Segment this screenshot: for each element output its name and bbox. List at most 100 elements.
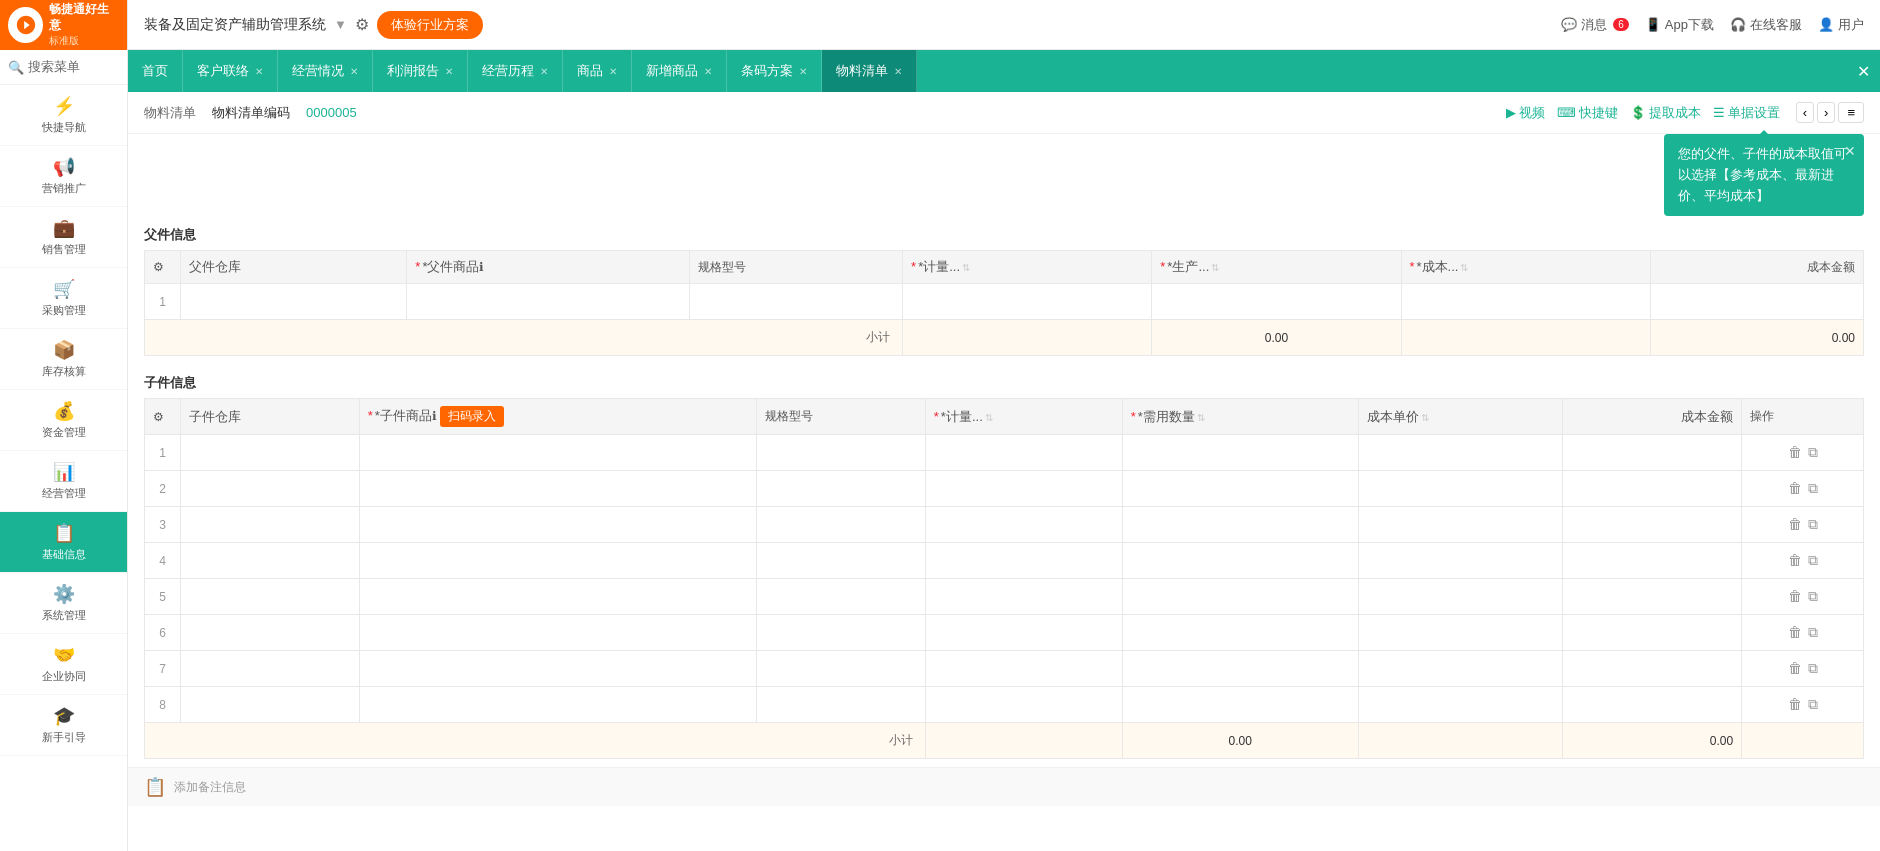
child-warehouse-4[interactable]	[181, 543, 360, 579]
child-unit-cost-5[interactable]	[1358, 579, 1563, 615]
child-spec-8[interactable]	[757, 687, 925, 723]
cost-action[interactable]: 💲 提取成本	[1630, 104, 1701, 122]
copy-icon-6[interactable]: ⧉	[1808, 624, 1818, 641]
copy-icon-5[interactable]: ⧉	[1808, 588, 1818, 605]
sidebar-item-finance[interactable]: 💰 资金管理	[0, 390, 127, 451]
child-unit-cost-6[interactable]	[1358, 615, 1563, 651]
child-spec-6[interactable]	[757, 615, 925, 651]
child-spec-4[interactable]	[757, 543, 925, 579]
delete-icon-8[interactable]: 🗑	[1788, 696, 1802, 713]
child-qty-8[interactable]	[1122, 687, 1358, 723]
menu-btn[interactable]: ≡	[1838, 102, 1864, 123]
tab-bom[interactable]: 物料清单 ✕	[822, 50, 917, 92]
view-action[interactable]: ▶ 视频	[1506, 104, 1545, 122]
child-unit-cost-1[interactable]	[1358, 435, 1563, 471]
tab-operations[interactable]: 经营情况 ✕	[278, 50, 373, 92]
parent-cost-1[interactable]	[1401, 284, 1650, 320]
scan-button[interactable]: 扫码录入	[440, 406, 504, 427]
child-product-1[interactable]	[359, 435, 757, 471]
child-warehouse-8[interactable]	[181, 687, 360, 723]
child-unit-8[interactable]	[925, 687, 1122, 723]
child-warehouse-3[interactable]	[181, 507, 360, 543]
child-unit-cost-7[interactable]	[1358, 651, 1563, 687]
sidebar-item-collab[interactable]: 🤝 企业协同	[0, 634, 127, 695]
child-product-4[interactable]	[359, 543, 757, 579]
tab-history[interactable]: 经营历程 ✕	[468, 50, 563, 92]
child-qty-5[interactable]	[1122, 579, 1358, 615]
child-unit-cost-8[interactable]	[1358, 687, 1563, 723]
parent-warehouse-1[interactable]	[181, 284, 407, 320]
tab-bom-close[interactable]: ✕	[894, 66, 902, 77]
child-unit-6[interactable]	[925, 615, 1122, 651]
parent-product-1[interactable]	[407, 284, 690, 320]
tab-barcode[interactable]: 条码方案 ✕	[727, 50, 822, 92]
child-spec-5[interactable]	[757, 579, 925, 615]
parent-spec-1[interactable]	[689, 284, 902, 320]
child-product-7[interactable]	[359, 651, 757, 687]
tab-product[interactable]: 商品 ✕	[563, 50, 632, 92]
delete-icon-5[interactable]: 🗑	[1788, 588, 1802, 605]
child-warehouse-5[interactable]	[181, 579, 360, 615]
breadcrumb-item[interactable]: 物料清单	[144, 104, 196, 122]
child-unit-cost-4[interactable]	[1358, 543, 1563, 579]
sidebar-item-guide[interactable]: 🎓 新手引导	[0, 695, 127, 756]
tab-history-close[interactable]: ✕	[540, 66, 548, 77]
delete-icon-3[interactable]: 🗑	[1788, 516, 1802, 533]
child-qty-3[interactable]	[1122, 507, 1358, 543]
copy-icon-4[interactable]: ⧉	[1808, 552, 1818, 569]
child-product-2[interactable]	[359, 471, 757, 507]
sidebar-item-marketing[interactable]: 📢 营销推广	[0, 146, 127, 207]
delete-icon-6[interactable]: 🗑	[1788, 624, 1802, 641]
copy-icon-3[interactable]: ⧉	[1808, 516, 1818, 533]
sidebar-item-inventory[interactable]: 📦 库存核算	[0, 329, 127, 390]
close-all-tabs[interactable]: ✕	[1847, 62, 1880, 81]
child-unit-3[interactable]	[925, 507, 1122, 543]
sidebar-item-sales[interactable]: 💼 销售管理	[0, 207, 127, 268]
child-spec-2[interactable]	[757, 471, 925, 507]
user-action[interactable]: 👤 用户	[1818, 16, 1864, 34]
child-unit-cost-2[interactable]	[1358, 471, 1563, 507]
child-qty-4[interactable]	[1122, 543, 1358, 579]
tab-barcode-close[interactable]: ✕	[799, 66, 807, 77]
tab-profit[interactable]: 利润报告 ✕	[373, 50, 468, 92]
tab-customer[interactable]: 客户联络 ✕	[183, 50, 278, 92]
copy-icon-2[interactable]: ⧉	[1808, 480, 1818, 497]
sidebar-item-quick[interactable]: ⚡ 快捷导航	[0, 85, 127, 146]
child-product-5[interactable]	[359, 579, 757, 615]
tab-home[interactable]: 首页	[128, 50, 183, 92]
shortcut-action[interactable]: ⌨ 快捷键	[1557, 104, 1618, 122]
app-download-action[interactable]: 📱 App下载	[1645, 16, 1714, 34]
child-product-6[interactable]	[359, 615, 757, 651]
child-th-settings[interactable]: ⚙	[145, 399, 181, 435]
child-unit-1[interactable]	[925, 435, 1122, 471]
sidebar-item-business[interactable]: 📊 经营管理	[0, 451, 127, 512]
delete-icon-7[interactable]: 🗑	[1788, 660, 1802, 677]
trial-button[interactable]: 体验行业方案	[377, 11, 483, 39]
tab-customer-close[interactable]: ✕	[255, 66, 263, 77]
settings-action[interactable]: ☰ 单据设置	[1713, 104, 1780, 122]
child-unit-7[interactable]	[925, 651, 1122, 687]
child-product-3[interactable]	[359, 507, 757, 543]
copy-icon-1[interactable]: ⧉	[1808, 444, 1818, 461]
child-warehouse-6[interactable]	[181, 615, 360, 651]
child-unit-2[interactable]	[925, 471, 1122, 507]
next-page-btn[interactable]: ›	[1817, 102, 1835, 123]
prev-page-btn[interactable]: ‹	[1796, 102, 1814, 123]
child-unit-4[interactable]	[925, 543, 1122, 579]
child-warehouse-7[interactable]	[181, 651, 360, 687]
tab-product-close[interactable]: ✕	[609, 66, 617, 77]
parent-produce-1[interactable]	[1152, 284, 1401, 320]
child-product-8[interactable]	[359, 687, 757, 723]
child-warehouse-2[interactable]	[181, 471, 360, 507]
tab-operations-close[interactable]: ✕	[350, 66, 358, 77]
child-spec-3[interactable]	[757, 507, 925, 543]
parent-unit-1[interactable]	[903, 284, 1152, 320]
message-action[interactable]: 💬 消息 6	[1561, 16, 1629, 34]
child-spec-7[interactable]	[757, 651, 925, 687]
sidebar-item-system[interactable]: ⚙️ 系统管理	[0, 573, 127, 634]
copy-icon-7[interactable]: ⧉	[1808, 660, 1818, 677]
sidebar-item-purchase[interactable]: 🛒 采购管理	[0, 268, 127, 329]
sidebar-item-basic[interactable]: 📋 基础信息	[0, 512, 127, 573]
tab-profit-close[interactable]: ✕	[445, 66, 453, 77]
parent-th-settings[interactable]: ⚙	[145, 251, 181, 284]
